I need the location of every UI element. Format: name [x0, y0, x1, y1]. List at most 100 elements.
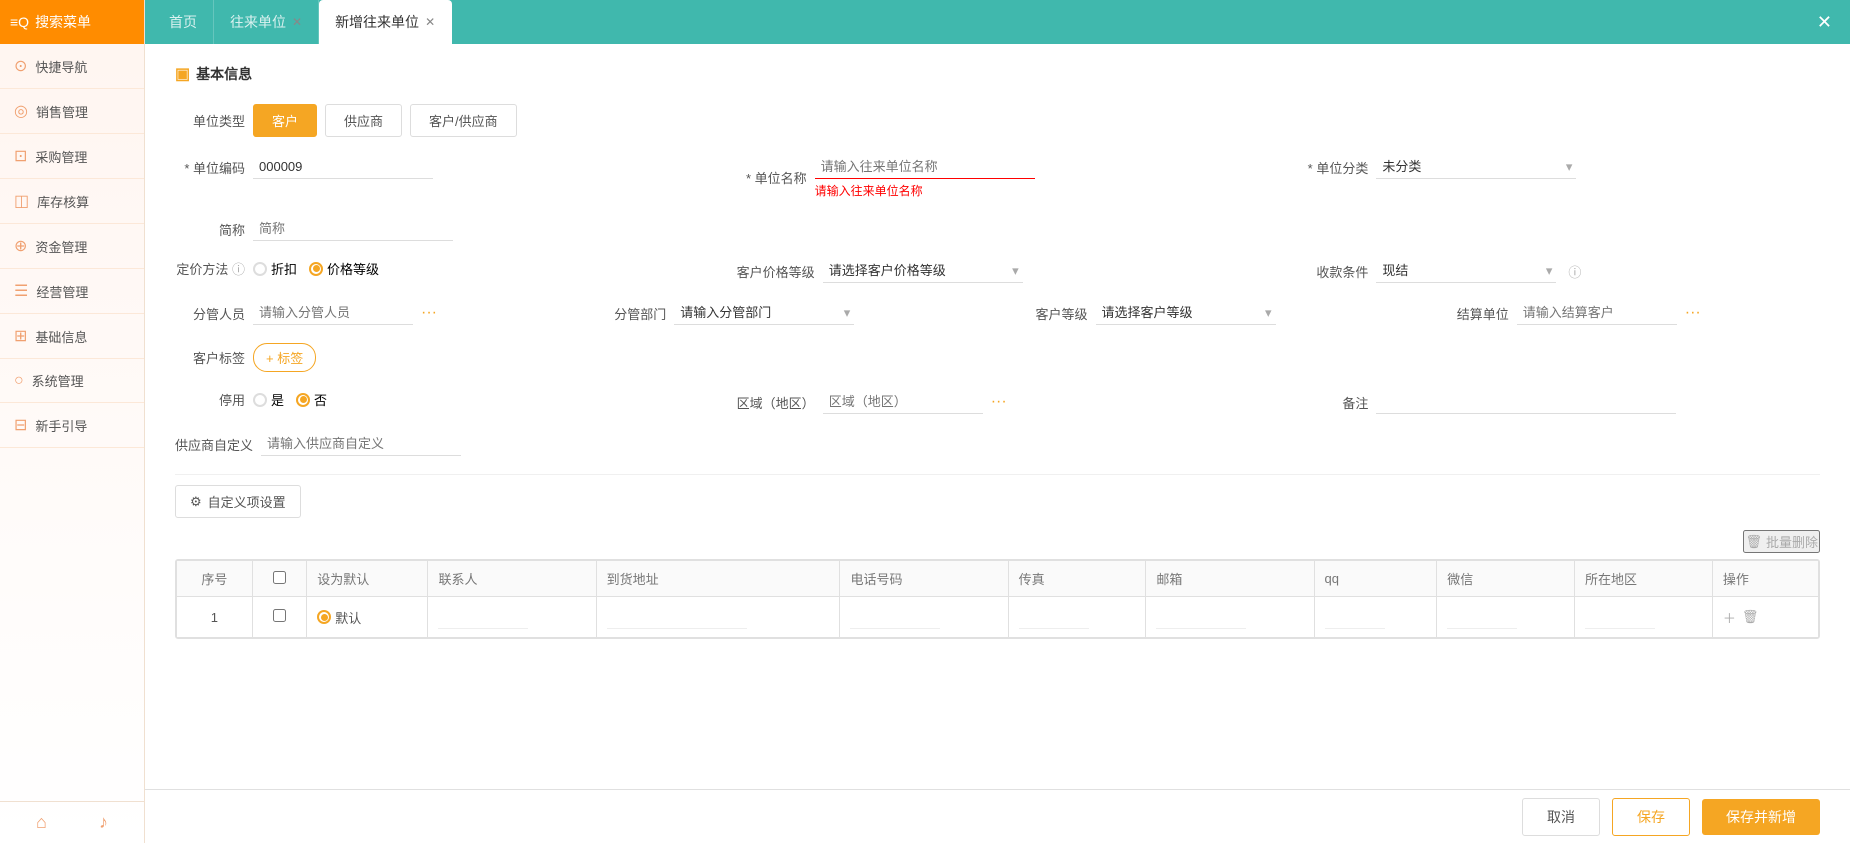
abbr-row: 简称	[175, 217, 1820, 241]
unit-type-label: 单位类型	[175, 111, 245, 130]
sidebar-search[interactable]: ≡Q 搜索菜单	[0, 0, 144, 44]
supplier-custom-label: 供应商自定义	[175, 435, 253, 454]
pricing-level-radio[interactable]: 价格等级	[309, 259, 379, 278]
unit-name-group: 请输入往来单位名称	[815, 155, 1035, 199]
sidebar-label-guide: 新手引导	[35, 416, 87, 435]
customer-level-select-wrapper: 请选择客户等级	[1096, 301, 1276, 325]
row-phone-input[interactable]	[850, 605, 940, 629]
unit-btn-customer[interactable]: 客户	[253, 104, 317, 137]
customer-price-select[interactable]: 请选择客户价格等级	[823, 259, 1023, 283]
row-contact-input[interactable]	[438, 605, 528, 629]
sidebar-item-finance[interactable]: ⊕ 资金管理	[0, 224, 144, 269]
payment-select[interactable]: 现结	[1376, 259, 1556, 283]
manager-input[interactable]	[253, 301, 413, 325]
abbr-input[interactable]	[253, 217, 453, 241]
sidebar-item-basic-info[interactable]: ⊞ 基础信息	[0, 314, 144, 359]
unit-type-row: 单位类型 客户 供应商 客户/供应商	[175, 104, 1820, 137]
unit-name-error: 请输入往来单位名称	[815, 182, 923, 199]
row-contact	[428, 597, 596, 638]
settlement-input[interactable]	[1517, 301, 1677, 325]
tab-counterparty[interactable]: 往来单位 ✕	[214, 0, 319, 44]
unit-btn-both[interactable]: 客户/供应商	[410, 104, 517, 137]
row-wechat-input[interactable]	[1447, 605, 1517, 629]
pricing-help-icon[interactable]: ⓘ	[232, 262, 245, 277]
row-qq-input[interactable]	[1325, 605, 1385, 629]
row-default-label: 默认	[335, 608, 361, 627]
unit-name-label: * 单位名称	[737, 168, 807, 187]
sidebar-search-label: 搜索菜单	[35, 12, 91, 32]
customer-level-select[interactable]: 请选择客户等级	[1096, 301, 1276, 325]
payment-help-icon[interactable]: ⓘ	[1568, 262, 1581, 281]
basic-info-icon: ⊞	[14, 326, 27, 346]
row-delete-icon[interactable]: 🗑	[1742, 609, 1759, 625]
close-all-button[interactable]: ✕	[1807, 12, 1842, 33]
batch-delete-button[interactable]: 🗑 批量删除	[1743, 530, 1820, 553]
pricing-level-label: 价格等级	[327, 259, 379, 278]
payment-label: 收款条件	[1298, 262, 1368, 281]
table-row: 1 默认	[177, 597, 1819, 638]
sidebar-item-quick-nav[interactable]: ⊙ 快捷导航	[0, 44, 144, 89]
select-all-checkbox[interactable]	[273, 571, 286, 584]
sidebar-item-purchase[interactable]: ⊡ 采购管理	[0, 134, 144, 179]
disabled-no-radio[interactable]: 否	[296, 390, 327, 409]
tab-counterparty-close[interactable]: ✕	[292, 15, 302, 29]
settlement-more-btn[interactable]: ···	[1685, 304, 1701, 322]
sidebar-label-system: 系统管理	[32, 371, 84, 390]
sidebar-item-guide[interactable]: ⊟ 新手引导	[0, 403, 144, 448]
dept-select[interactable]: 请输入分管部门	[674, 301, 854, 325]
disabled-yes-radio[interactable]: 是	[253, 390, 284, 409]
row-fax	[1008, 597, 1146, 638]
tab-home[interactable]: 首页	[153, 0, 214, 44]
manager-row: 分管人员 ··· 分管部门 请输入分管部门 客户等级 请选择客户等级	[175, 301, 1820, 325]
unit-btn-supplier[interactable]: 供应商	[325, 104, 402, 137]
custom-settings-button[interactable]: ⚙ 自定义项设置	[175, 485, 301, 518]
batch-delete-area: 🗑 批量删除	[175, 530, 1820, 553]
dept-label: 分管部门	[596, 304, 666, 323]
row-check	[252, 597, 307, 638]
inventory-icon: ◫	[14, 191, 29, 211]
th-qq: qq	[1314, 561, 1437, 597]
add-tag-button[interactable]: + 标签	[253, 343, 316, 372]
unit-name-input[interactable]	[815, 155, 1035, 179]
customer-price-field: 客户价格等级 请选择客户价格等级	[737, 259, 1259, 283]
unit-category-label: * 单位分类	[1298, 158, 1368, 177]
row-default-radio[interactable]: 默认	[317, 608, 417, 627]
row-addr-input[interactable]	[607, 605, 747, 629]
unit-type-group: 客户 供应商 客户/供应商	[253, 104, 517, 137]
row-email-input[interactable]	[1156, 605, 1246, 629]
sales-icon: ◎	[14, 101, 28, 121]
row-region-input[interactable]	[1585, 605, 1655, 629]
sidebar-label-sales: 销售管理	[36, 102, 88, 121]
remark-input[interactable]	[1376, 390, 1676, 414]
customer-price-label: 客户价格等级	[737, 262, 815, 281]
form-divider	[175, 474, 1820, 475]
region-input[interactable]	[823, 390, 983, 414]
supplier-custom-input[interactable]	[261, 432, 461, 456]
save-new-button[interactable]: 保存并新增	[1702, 799, 1820, 835]
sidebar-item-sales[interactable]: ◎ 销售管理	[0, 89, 144, 134]
user-icon[interactable]: ♪	[99, 812, 108, 833]
settlement-field: 结算单位 ···	[1439, 301, 1820, 325]
sidebar-item-system[interactable]: ○ 系统管理	[0, 359, 144, 403]
unit-code-input[interactable]	[253, 155, 433, 179]
pricing-discount-radio[interactable]: 折扣	[253, 259, 297, 278]
home-icon[interactable]: ⌂	[36, 812, 47, 833]
region-more-btn[interactable]: ···	[991, 393, 1007, 411]
sidebar-bottom: ⌂ ♪	[0, 801, 144, 843]
disabled-label: 停用	[175, 390, 245, 409]
manager-more-btn[interactable]: ···	[421, 304, 437, 322]
tab-new-counterparty-close[interactable]: ✕	[425, 15, 435, 29]
tab-new-counterparty[interactable]: 新增往来单位 ✕	[319, 0, 452, 44]
row-add-icon[interactable]: ＋	[1723, 608, 1736, 627]
tag-field: 客户标签 + 标签	[175, 343, 1820, 372]
custom-settings-label: 自定义项设置	[208, 492, 286, 511]
row-checkbox[interactable]	[273, 609, 286, 622]
cancel-button[interactable]: 取消	[1522, 798, 1600, 836]
sidebar-item-operations[interactable]: ☰ 经营管理	[0, 269, 144, 314]
row-fax-input[interactable]	[1019, 605, 1089, 629]
sidebar-item-inventory[interactable]: ◫ 库存核算	[0, 179, 144, 224]
save-button[interactable]: 保存	[1612, 798, 1690, 836]
unit-category-select[interactable]: 未分类	[1376, 155, 1576, 179]
th-contact: 联系人	[428, 561, 596, 597]
th-addr: 到货地址	[596, 561, 840, 597]
